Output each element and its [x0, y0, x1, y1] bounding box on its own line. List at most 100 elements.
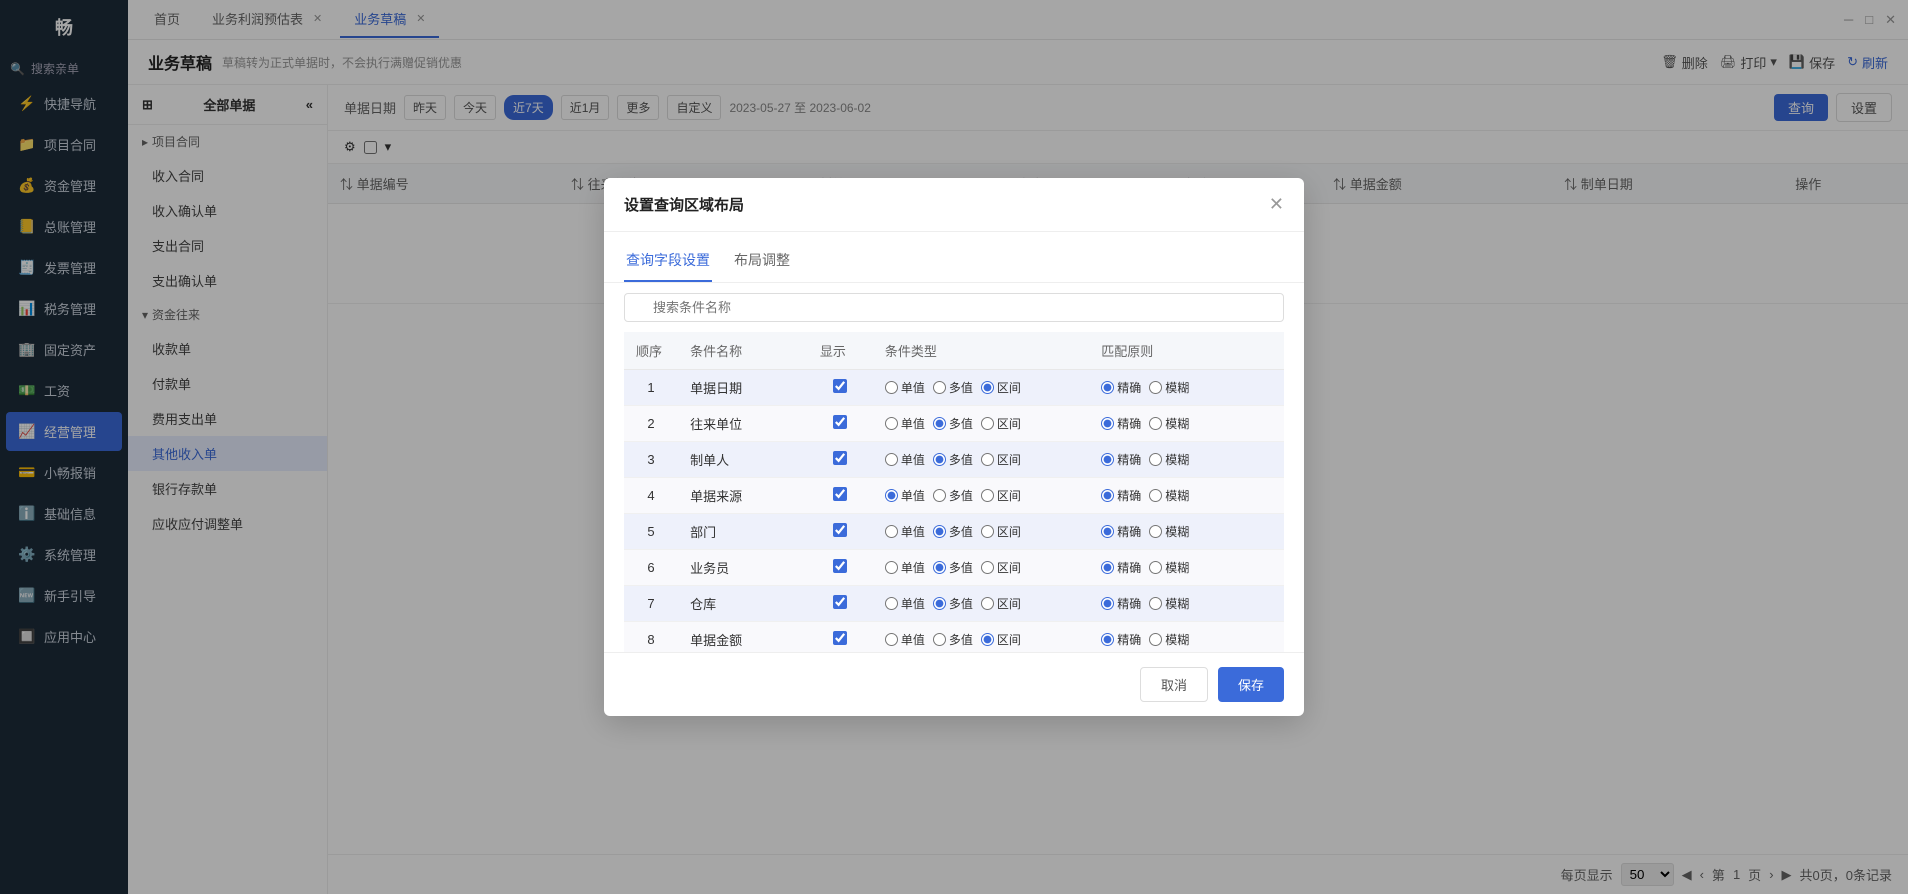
type-radio[interactable]	[885, 489, 898, 502]
show-checkbox[interactable]	[833, 595, 847, 609]
type-radio-item[interactable]: 单值	[885, 379, 925, 396]
type-radio-item[interactable]: 单值	[885, 523, 925, 540]
modal-search-input[interactable]	[624, 293, 1284, 322]
show-checkbox[interactable]	[833, 379, 847, 393]
type-radio-item[interactable]: 多值	[933, 379, 973, 396]
row-show[interactable]	[808, 442, 873, 478]
type-radio[interactable]	[981, 489, 994, 502]
type-radio-item[interactable]: 多值	[933, 559, 973, 576]
match-radio[interactable]	[1149, 597, 1162, 610]
type-radio-item[interactable]: 区间	[981, 487, 1021, 504]
match-radio-item[interactable]: 精确	[1101, 523, 1141, 540]
type-radio-item[interactable]: 多值	[933, 451, 973, 468]
type-radio[interactable]	[885, 525, 898, 538]
match-radio[interactable]	[1149, 525, 1162, 538]
type-radio-item[interactable]: 单值	[885, 595, 925, 612]
type-radio[interactable]	[933, 525, 946, 538]
type-radio-item[interactable]: 区间	[981, 631, 1021, 648]
row-show[interactable]	[808, 622, 873, 653]
modal-save-button[interactable]: 保存	[1218, 667, 1284, 702]
match-radio-item[interactable]: 模糊	[1149, 523, 1189, 540]
type-radio[interactable]	[933, 633, 946, 646]
row-show[interactable]	[808, 586, 873, 622]
match-radio-item[interactable]: 模糊	[1149, 379, 1189, 396]
type-radio-item[interactable]: 区间	[981, 523, 1021, 540]
match-radio-item[interactable]: 模糊	[1149, 631, 1189, 648]
type-radio[interactable]	[981, 417, 994, 430]
show-checkbox[interactable]	[833, 487, 847, 501]
type-radio[interactable]	[885, 597, 898, 610]
match-radio[interactable]	[1149, 489, 1162, 502]
type-radio[interactable]	[933, 417, 946, 430]
type-radio[interactable]	[981, 597, 994, 610]
match-radio[interactable]	[1149, 417, 1162, 430]
match-radio-item[interactable]: 模糊	[1149, 415, 1189, 432]
type-radio[interactable]	[981, 381, 994, 394]
type-radio-item[interactable]: 区间	[981, 415, 1021, 432]
row-show[interactable]	[808, 406, 873, 442]
type-radio-item[interactable]: 多值	[933, 595, 973, 612]
match-radio-item[interactable]: 精确	[1101, 415, 1141, 432]
type-radio-item[interactable]: 单值	[885, 415, 925, 432]
match-radio[interactable]	[1101, 525, 1114, 538]
type-radio-item[interactable]: 区间	[981, 379, 1021, 396]
type-radio-item[interactable]: 区间	[981, 595, 1021, 612]
type-radio[interactable]	[981, 561, 994, 574]
type-radio[interactable]	[885, 633, 898, 646]
type-radio[interactable]	[933, 381, 946, 394]
modal-close-button[interactable]: ✕	[1269, 194, 1284, 215]
match-radio[interactable]	[1101, 381, 1114, 394]
row-show[interactable]	[808, 370, 873, 406]
match-radio[interactable]	[1149, 381, 1162, 394]
match-radio-item[interactable]: 精确	[1101, 559, 1141, 576]
type-radio[interactable]	[885, 561, 898, 574]
match-radio[interactable]	[1101, 453, 1114, 466]
type-radio[interactable]	[885, 417, 898, 430]
modal-tab-fields[interactable]: 查询字段设置	[624, 244, 712, 282]
type-radio[interactable]	[933, 453, 946, 466]
match-radio-item[interactable]: 模糊	[1149, 451, 1189, 468]
type-radio[interactable]	[981, 525, 994, 538]
match-radio-item[interactable]: 精确	[1101, 487, 1141, 504]
type-radio[interactable]	[981, 453, 994, 466]
row-show[interactable]	[808, 478, 873, 514]
modal-tab-layout[interactable]: 布局调整	[732, 244, 792, 282]
cancel-button[interactable]: 取消	[1140, 667, 1208, 702]
match-radio[interactable]	[1149, 561, 1162, 574]
type-radio-item[interactable]: 区间	[981, 559, 1021, 576]
type-radio-item[interactable]: 区间	[981, 451, 1021, 468]
row-show[interactable]	[808, 550, 873, 586]
type-radio[interactable]	[885, 381, 898, 394]
type-radio-item[interactable]: 多值	[933, 523, 973, 540]
match-radio[interactable]	[1101, 633, 1114, 646]
show-checkbox[interactable]	[833, 559, 847, 573]
match-radio[interactable]	[1101, 417, 1114, 430]
match-radio[interactable]	[1149, 453, 1162, 466]
type-radio[interactable]	[981, 633, 994, 646]
type-radio[interactable]	[885, 453, 898, 466]
match-radio-item[interactable]: 模糊	[1149, 487, 1189, 504]
match-radio[interactable]	[1101, 489, 1114, 502]
type-radio-item[interactable]: 单值	[885, 559, 925, 576]
match-radio-item[interactable]: 精确	[1101, 379, 1141, 396]
type-radio-item[interactable]: 多值	[933, 415, 973, 432]
type-radio-item[interactable]: 单值	[885, 451, 925, 468]
match-radio-item[interactable]: 精确	[1101, 595, 1141, 612]
row-show[interactable]	[808, 514, 873, 550]
show-checkbox[interactable]	[833, 451, 847, 465]
match-radio-item[interactable]: 精确	[1101, 631, 1141, 648]
type-radio-item[interactable]: 多值	[933, 487, 973, 504]
match-radio-item[interactable]: 模糊	[1149, 595, 1189, 612]
type-radio-item[interactable]: 单值	[885, 631, 925, 648]
show-checkbox[interactable]	[833, 523, 847, 537]
show-checkbox[interactable]	[833, 415, 847, 429]
type-radio-item[interactable]: 多值	[933, 631, 973, 648]
match-radio[interactable]	[1101, 597, 1114, 610]
type-radio[interactable]	[933, 489, 946, 502]
match-radio[interactable]	[1101, 561, 1114, 574]
match-radio-item[interactable]: 精确	[1101, 451, 1141, 468]
type-radio[interactable]	[933, 597, 946, 610]
type-radio-item[interactable]: 单值	[885, 487, 925, 504]
match-radio-item[interactable]: 模糊	[1149, 559, 1189, 576]
show-checkbox[interactable]	[833, 631, 847, 645]
